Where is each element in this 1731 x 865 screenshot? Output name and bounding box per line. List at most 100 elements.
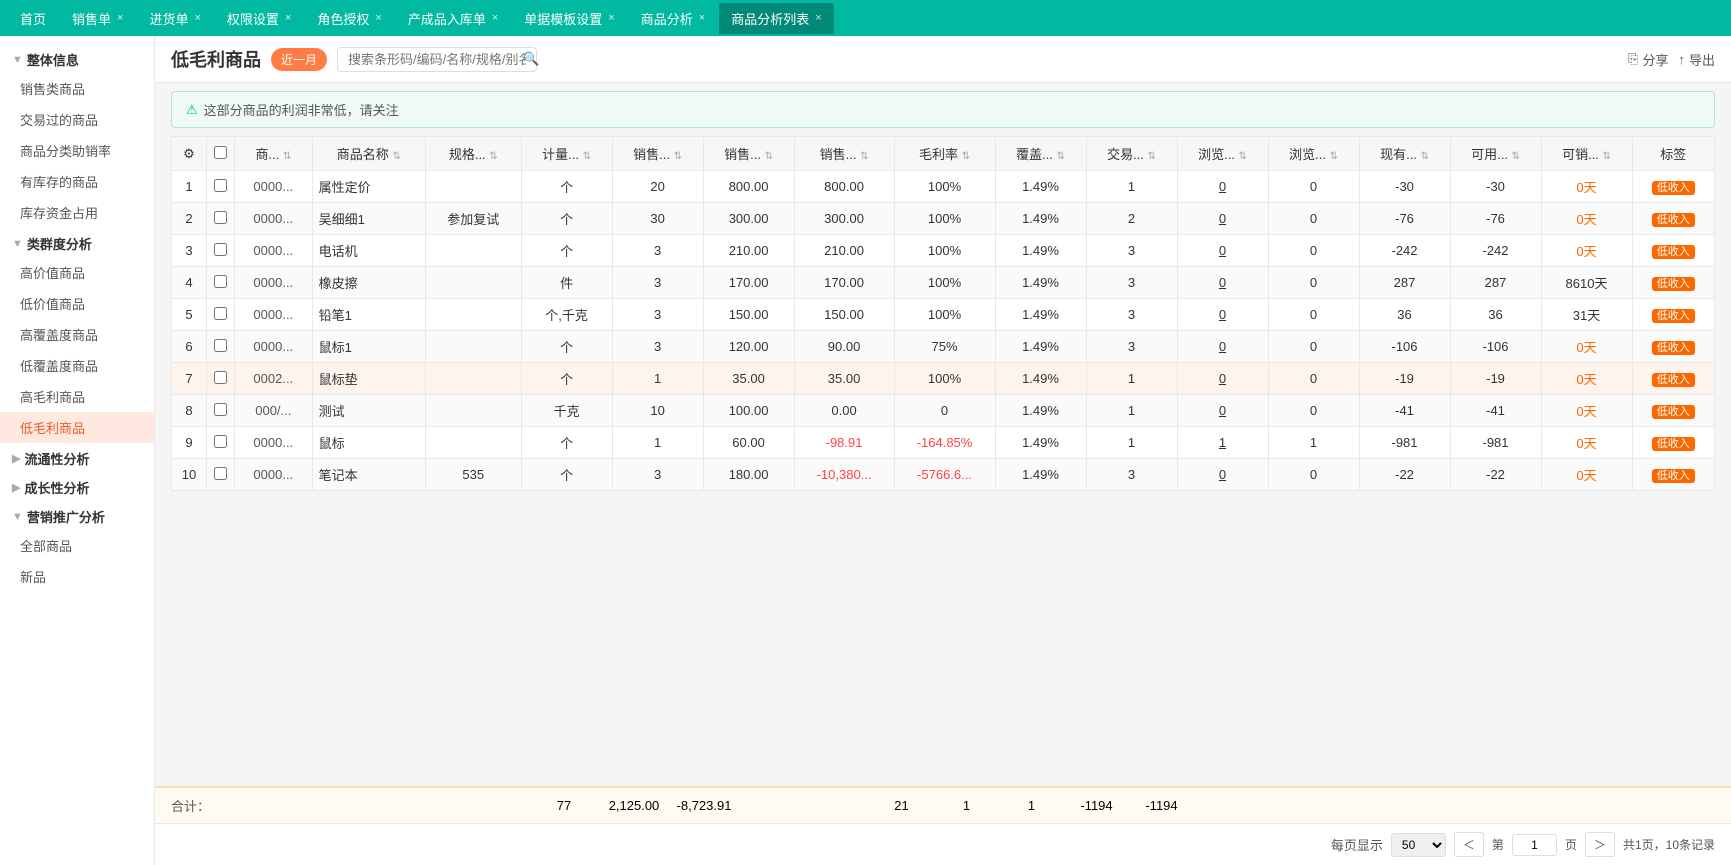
filter-button[interactable]: 近一月 [271,48,327,71]
sidebar-item-low-value[interactable]: 低价值商品 [0,288,154,319]
sidebar-item-high-value[interactable]: 高价值商品 [0,257,154,288]
nav-item-permissions[interactable]: 权限设置 × [215,3,303,34]
cell-view1[interactable]: 0 [1177,203,1268,235]
row-checkbox[interactable] [214,243,227,256]
nav-item-finished-goods[interactable]: 产成品入库单 × [396,3,510,34]
sort-icon-coverage[interactable]: ⇅ [1057,151,1065,162]
cell-check[interactable] [207,267,235,299]
row-checkbox[interactable] [214,179,227,192]
page-number-input[interactable] [1512,834,1557,856]
sort-icon-sale-count[interactable]: ⇅ [674,151,682,162]
sidebar-group-growth[interactable]: ▶ 成长性分析 [0,472,154,501]
cell-check[interactable] [207,299,235,331]
sort-icon-trade-count[interactable]: ⇅ [1148,151,1156,162]
cell-check[interactable] [207,171,235,203]
nav-item-home[interactable]: 首页 [8,3,58,34]
cell-check[interactable] [207,395,235,427]
nav-close-roles[interactable]: × [375,12,381,24]
cell-view1[interactable]: 0 [1177,235,1268,267]
cell-check[interactable] [207,363,235,395]
sort-icon-available[interactable]: ⇅ [1512,151,1520,162]
sidebar-item-inventory-goods[interactable]: 有库存的商品 [0,166,154,197]
sort-icon-code[interactable]: ⇅ [283,151,291,162]
cell-view1[interactable]: 0 [1177,363,1268,395]
col-header-name: 商品名称 ⇅ [312,137,425,171]
sidebar-group-marketing[interactable]: ▼ 营销推广分析 [0,501,154,530]
cell-view1[interactable]: 0 [1177,395,1268,427]
row-checkbox[interactable] [214,467,227,480]
sidebar-group-overall[interactable]: ▼ 整体信息 [0,44,154,73]
row-checkbox[interactable] [214,371,227,384]
sort-icon-gross-rate[interactable]: ⇅ [962,151,970,162]
share-button[interactable]: ⎘ 分享 [1628,50,1668,69]
sort-icon-name[interactable]: ⇅ [392,151,400,162]
sort-icon-sale-profit[interactable]: ⇅ [860,151,868,162]
sort-icon-sale-price[interactable]: ⇅ [765,151,773,162]
export-button[interactable]: ↑ 导出 [1678,50,1715,69]
cell-view1[interactable]: 0 [1177,171,1268,203]
sidebar-group-liquidity[interactable]: ▶ 流通性分析 [0,443,154,472]
cell-view1[interactable]: 0 [1177,459,1268,491]
nav-close-finished[interactable]: × [492,12,498,24]
nav-item-product-analysis-list[interactable]: 商品分析列表 × [719,3,833,34]
cell-spec [425,267,521,299]
cell-check[interactable] [207,459,235,491]
cell-check[interactable] [207,203,235,235]
sort-icon-view2[interactable]: ⇅ [1330,151,1338,162]
row-checkbox[interactable] [214,403,227,416]
sidebar-item-category-rate[interactable]: 商品分类助销率 [0,135,154,166]
sidebar-item-high-coverage[interactable]: 高覆盖度商品 [0,319,154,350]
per-page-select[interactable]: 50 20 100 [1391,833,1446,857]
nav-close-sales[interactable]: × [117,12,123,24]
nav-close-permissions[interactable]: × [285,12,291,24]
nav-close-purchase[interactable]: × [194,12,200,24]
nav-item-product-analysis[interactable]: 商品分析 × [629,3,717,34]
sort-icon-spec[interactable]: ⇅ [489,151,497,162]
cell-view1[interactable]: 1 [1177,427,1268,459]
cell-check[interactable] [207,235,235,267]
cell-sale-price: 120.00 [703,331,794,363]
cell-seq: 4 [172,267,207,299]
prev-page-button[interactable]: ＜ [1454,832,1484,857]
nav-close-product-analysis-list[interactable]: × [815,12,821,24]
cell-view1[interactable]: 0 [1177,267,1268,299]
sidebar-item-new-goods[interactable]: 新品 [0,561,154,592]
nav-close-product-analysis[interactable]: × [699,12,705,24]
search-icon[interactable]: 🔍 [523,51,539,67]
next-page-button[interactable]: ＞ [1585,832,1615,857]
row-checkbox[interactable] [214,307,227,320]
sort-icon-current[interactable]: ⇅ [1421,151,1429,162]
nav-close-template[interactable]: × [608,12,614,24]
row-checkbox[interactable] [214,435,227,448]
sidebar-item-high-margin[interactable]: 高毛利商品 [0,381,154,412]
sort-icon-view1[interactable]: ⇅ [1239,151,1247,162]
nav-item-purchase[interactable]: 进货单 × [137,3,212,34]
nav-item-sales[interactable]: 销售单 × [60,3,135,34]
row-checkbox[interactable] [214,339,227,352]
nav-item-roles[interactable]: 角色授权 × [305,3,393,34]
cell-name: 鼠标1 [312,331,425,363]
select-all-checkbox[interactable] [214,146,227,159]
search-input[interactable] [337,47,537,72]
col-header-saleable: 可销... ⇅ [1541,137,1632,171]
row-checkbox[interactable] [214,211,227,224]
cell-check[interactable] [207,427,235,459]
page-total-info: 共1页，10条记录 [1623,836,1715,853]
sidebar-item-all-goods[interactable]: 全部商品 [0,530,154,561]
cell-view1[interactable]: 0 [1177,331,1268,363]
cell-view1[interactable]: 0 [1177,299,1268,331]
cell-sale-count: 30 [612,203,703,235]
sort-icon-unit[interactable]: ⇅ [583,151,591,162]
cell-gross-rate: 75% [894,331,995,363]
cell-check[interactable] [207,331,235,363]
sidebar-group-cluster[interactable]: ▼ 类群度分析 [0,228,154,257]
sidebar-item-capital[interactable]: 库存资金占用 [0,197,154,228]
sort-icon-saleable[interactable]: ⇅ [1603,151,1611,162]
sidebar-item-traded-goods[interactable]: 交易过的商品 [0,104,154,135]
sidebar-item-low-coverage[interactable]: 低覆盖度商品 [0,350,154,381]
sidebar-item-sales-goods[interactable]: 销售类商品 [0,73,154,104]
sidebar-item-low-margin[interactable]: 低毛利商品 [0,412,154,443]
nav-item-template[interactable]: 单据模板设置 × [512,3,626,34]
settings-icon[interactable]: ⚙ [183,146,195,161]
row-checkbox[interactable] [214,275,227,288]
